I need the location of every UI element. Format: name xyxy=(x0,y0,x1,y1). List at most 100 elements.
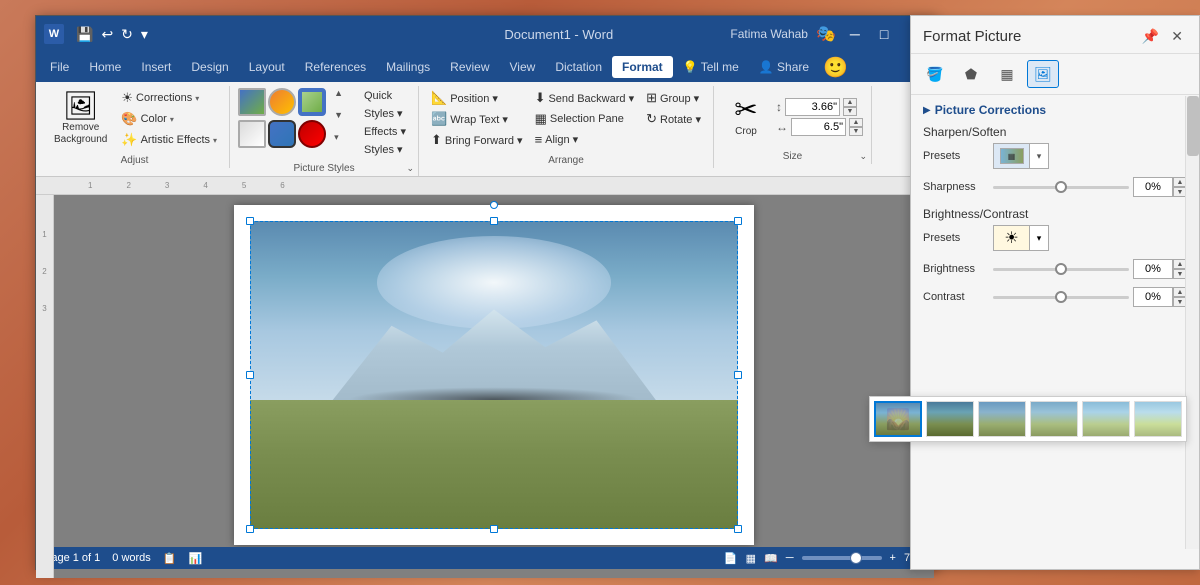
handle-tr[interactable] xyxy=(734,217,742,225)
menu-design[interactable]: Design xyxy=(181,56,238,78)
width-down[interactable]: ▼ xyxy=(849,127,863,136)
zoom-in-icon[interactable]: + xyxy=(890,552,896,564)
maximize-button[interactable]: □ xyxy=(874,25,894,43)
styles-up-arrow[interactable]: ▲ xyxy=(334,88,343,98)
handle-tl[interactable] xyxy=(246,217,254,225)
size-group-expand[interactable]: ⌄ xyxy=(859,151,867,162)
handle-mr[interactable] xyxy=(734,371,742,379)
remove-background-button[interactable]: 🖼 RemoveBackground xyxy=(48,88,113,150)
contrast-thumb[interactable] xyxy=(1055,291,1067,303)
styles-expand-arrow[interactable]: ▾ xyxy=(334,132,343,143)
menu-insert[interactable]: Insert xyxy=(131,56,181,78)
menu-view[interactable]: View xyxy=(500,56,546,78)
artistic-effects-button[interactable]: ✨ Artistic Effects ▾ xyxy=(117,130,221,150)
preset-dropdown-arrow[interactable]: ▾ xyxy=(1030,144,1048,168)
picture-styles-expand[interactable]: ⌄ xyxy=(406,163,414,174)
menu-layout[interactable]: Layout xyxy=(239,56,295,78)
brightness-preset-icon[interactable]: ☀ xyxy=(994,226,1030,250)
brightness-preset-arrow[interactable]: ▾ xyxy=(1030,226,1048,250)
undo-button[interactable]: ↩ xyxy=(99,24,115,45)
color-button[interactable]: 🎨 Color ▾ xyxy=(117,109,221,129)
zoom-out-icon[interactable]: ─ xyxy=(786,552,794,564)
bring-forward-button[interactable]: ⬆ Bring Forward ▾ xyxy=(427,130,527,150)
tab-effects[interactable]: ⬟ xyxy=(955,60,987,88)
preset-thumb-2[interactable] xyxy=(926,401,974,437)
sharpness-slider[interactable] xyxy=(993,186,1129,189)
tab-layout[interactable]: ▦ xyxy=(991,60,1023,88)
read-mode-icon[interactable]: 📖 xyxy=(764,552,778,565)
height-down[interactable]: ▼ xyxy=(843,107,857,116)
handle-ml[interactable] xyxy=(246,371,254,379)
macro-icon[interactable]: 📊 xyxy=(189,552,203,565)
style-swatch-6[interactable] xyxy=(298,120,326,148)
sharpness-thumb[interactable] xyxy=(1055,181,1067,193)
menu-tell-me[interactable]: 💡 Tell me xyxy=(673,56,749,78)
brightness-thumb[interactable] xyxy=(1055,263,1067,275)
position-button[interactable]: 📐 Position ▾ xyxy=(427,88,527,108)
group-button[interactable]: ⊞ Group ▾ xyxy=(642,88,705,108)
scrollbar-thumb[interactable] xyxy=(1187,96,1199,156)
crop-button[interactable]: ✂ Crop xyxy=(722,92,770,142)
panel-pin-button[interactable]: 📌 xyxy=(1138,26,1163,47)
style-swatch-2[interactable] xyxy=(268,88,296,116)
height-input[interactable] xyxy=(785,98,840,116)
width-up[interactable]: ▲ xyxy=(849,118,863,127)
customize-qat-button[interactable]: ▾ xyxy=(139,24,150,45)
contrast-label: Contrast xyxy=(923,291,993,303)
handle-bc[interactable] xyxy=(490,525,498,533)
proofing-icon[interactable]: 📋 xyxy=(163,552,177,565)
picture-effects-button[interactable]: Effects ▾ xyxy=(360,123,410,140)
preset-thumb-5[interactable] xyxy=(1082,401,1130,437)
height-up[interactable]: ▲ xyxy=(843,98,857,107)
zoom-thumb[interactable] xyxy=(850,552,862,564)
redo-button[interactable]: ↻ xyxy=(119,24,135,45)
menu-share[interactable]: 👤 Share xyxy=(749,56,819,78)
style-swatch-3[interactable] xyxy=(298,88,326,116)
selected-image[interactable] xyxy=(249,220,739,530)
contrast-slider[interactable] xyxy=(993,296,1129,299)
wrap-text-button[interactable]: 🔤 Wrap Text ▾ xyxy=(427,109,527,129)
style-swatch-5[interactable] xyxy=(268,120,296,148)
handle-br[interactable] xyxy=(734,525,742,533)
print-layout-icon[interactable]: ▦ xyxy=(746,552,756,565)
sharpen-preset-dropdown[interactable]: ▦ ▾ xyxy=(993,143,1049,169)
quick-styles-button[interactable]: Quick xyxy=(360,88,410,104)
menu-format[interactable]: Format xyxy=(612,56,673,78)
styles-down-arrow[interactable]: ▼ xyxy=(334,110,343,120)
style-swatch-4[interactable] xyxy=(238,120,266,148)
send-backward-button[interactable]: ⬇ Send Backward ▾ xyxy=(531,88,639,108)
handle-tc[interactable] xyxy=(490,217,498,225)
picture-layout-button[interactable]: Styles ▾ xyxy=(360,141,410,158)
menu-mailings[interactable]: Mailings xyxy=(376,56,440,78)
rotate-button[interactable]: ↻ Rotate ▾ xyxy=(642,109,705,129)
panel-close-button[interactable]: ✕ xyxy=(1167,26,1187,47)
menu-file[interactable]: File xyxy=(40,56,79,78)
preset-thumb-1[interactable]: 🌄 xyxy=(874,401,922,437)
preset-thumb-3[interactable] xyxy=(978,401,1026,437)
brightness-slider[interactable] xyxy=(993,268,1129,271)
brightness-preset-dropdown[interactable]: ☀ ▾ xyxy=(993,225,1049,251)
corrections-button[interactable]: ☀ Corrections ▾ xyxy=(117,88,221,108)
preset-thumb-4[interactable] xyxy=(1030,401,1078,437)
menu-home[interactable]: Home xyxy=(79,56,131,78)
section-header-corrections[interactable]: ▶ Picture Corrections xyxy=(923,103,1187,117)
zoom-slider[interactable] xyxy=(802,556,882,560)
tab-fill[interactable]: 🪣 xyxy=(919,60,951,88)
menu-review[interactable]: Review xyxy=(440,56,499,78)
menu-dictation[interactable]: Dictation xyxy=(545,56,612,78)
menu-references[interactable]: References xyxy=(295,56,376,78)
save-button[interactable]: 💾 xyxy=(74,24,95,45)
width-input[interactable] xyxy=(791,118,846,136)
page-view-icon[interactable]: 📄 xyxy=(724,552,738,565)
minimize-button[interactable]: ─ xyxy=(844,25,866,43)
preset-thumb-6[interactable] xyxy=(1134,401,1182,437)
panel-scrollbar[interactable] xyxy=(1185,96,1199,549)
align-button[interactable]: ≡ Align ▾ xyxy=(531,130,639,149)
handle-bl[interactable] xyxy=(246,525,254,533)
quick-styles-dropdown[interactable]: Styles ▾ xyxy=(360,105,410,122)
rotation-handle[interactable] xyxy=(490,201,498,209)
preset-btn-icon[interactable]: ▦ xyxy=(994,144,1030,168)
selection-pane-button[interactable]: ▦ Selection Pane xyxy=(531,109,639,129)
style-swatch-1[interactable] xyxy=(238,88,266,116)
tab-picture[interactable]: 🖼 xyxy=(1027,60,1059,88)
